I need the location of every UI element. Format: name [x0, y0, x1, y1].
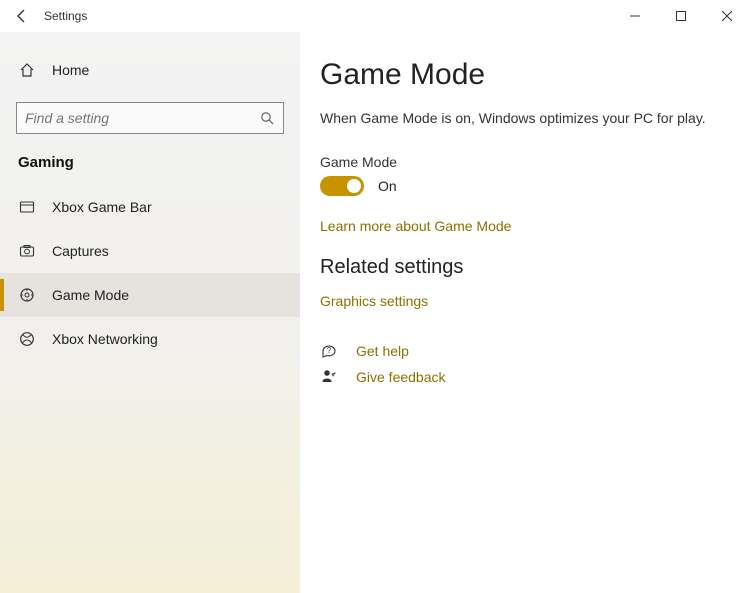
give-feedback-row[interactable]: Give feedback	[320, 369, 730, 385]
get-help-row[interactable]: ? Get help	[320, 343, 730, 359]
sidebar-item-captures[interactable]: Captures	[0, 229, 300, 273]
titlebar: Settings	[0, 0, 750, 32]
sidebar-section-title: Gaming	[0, 152, 300, 185]
content-area: Home Gaming Xbox Game Bar	[0, 32, 750, 593]
sidebar-item-label: Home	[52, 62, 89, 78]
xbox-icon	[18, 331, 36, 347]
close-button[interactable]	[704, 0, 750, 32]
sidebar-item-home[interactable]: Home	[0, 48, 300, 92]
minimize-button[interactable]	[612, 0, 658, 32]
sidebar-item-game-mode[interactable]: Game Mode	[0, 273, 300, 317]
toggle-label: Game Mode	[320, 154, 730, 170]
svg-text:?: ?	[327, 346, 332, 355]
close-icon	[722, 11, 732, 21]
sidebar-item-label: Game Mode	[52, 287, 129, 303]
window-title: Settings	[44, 9, 87, 23]
help-section: ? Get help Give feedback	[320, 343, 730, 385]
page-title: Game Mode	[320, 58, 730, 92]
get-help-link[interactable]: Get help	[356, 343, 409, 359]
toggle-row: On	[320, 176, 730, 196]
page-description: When Game Mode is on, Windows optimizes …	[320, 110, 730, 126]
back-arrow-icon	[14, 8, 30, 24]
graphics-settings-link[interactable]: Graphics settings	[320, 293, 730, 309]
sidebar: Home Gaming Xbox Game Bar	[0, 32, 300, 593]
game-mode-icon	[18, 287, 36, 303]
sidebar-item-xbox-networking[interactable]: Xbox Networking	[0, 317, 300, 361]
sidebar-item-label: Xbox Networking	[52, 331, 158, 347]
help-icon: ?	[320, 343, 338, 359]
maximize-button[interactable]	[658, 0, 704, 32]
related-settings-heading: Related settings	[320, 256, 730, 279]
search-icon	[259, 111, 275, 125]
give-feedback-link[interactable]: Give feedback	[356, 369, 446, 385]
sidebar-item-xbox-game-bar[interactable]: Xbox Game Bar	[0, 185, 300, 229]
game-mode-toggle[interactable]	[320, 176, 364, 196]
maximize-icon	[676, 11, 686, 21]
sidebar-item-label: Xbox Game Bar	[52, 199, 152, 215]
sidebar-item-label: Captures	[52, 243, 109, 259]
learn-more-link[interactable]: Learn more about Game Mode	[320, 218, 730, 234]
search-input[interactable]	[25, 110, 259, 126]
captures-icon	[18, 243, 36, 259]
toggle-state: On	[378, 178, 397, 194]
minimize-icon	[630, 11, 640, 21]
window-controls	[612, 0, 750, 32]
home-icon	[18, 62, 36, 78]
toggle-knob	[347, 179, 361, 193]
main-panel: Game Mode When Game Mode is on, Windows …	[300, 32, 750, 593]
back-button[interactable]	[0, 0, 44, 32]
feedback-icon	[320, 369, 338, 385]
search-box[interactable]	[16, 102, 284, 134]
game-bar-icon	[18, 199, 36, 215]
